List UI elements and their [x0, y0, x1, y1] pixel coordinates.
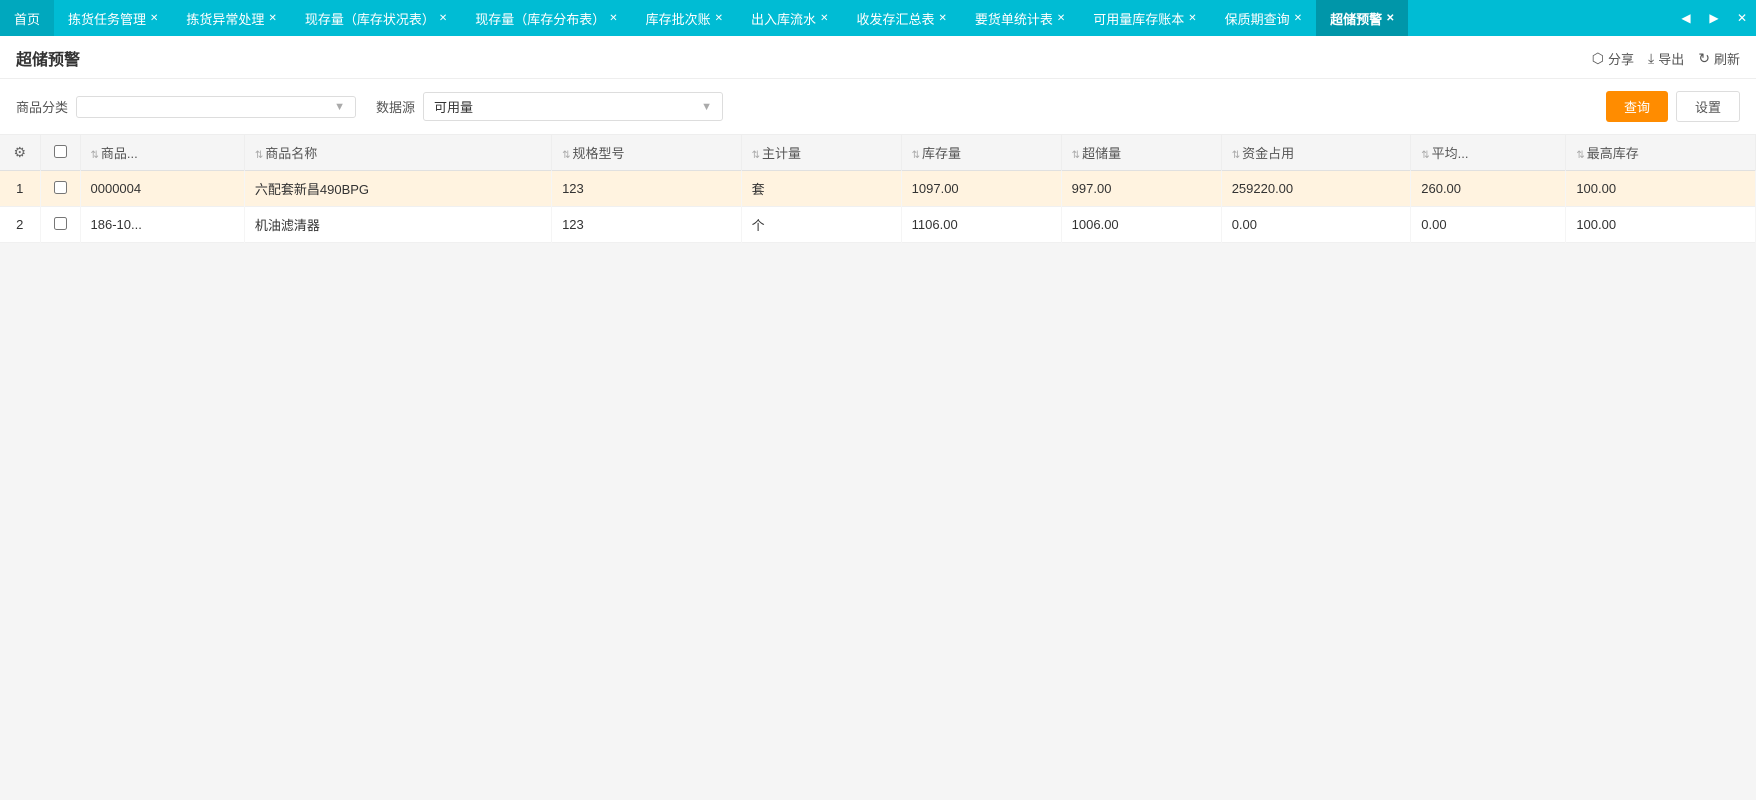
max-stock-cell: 100.00 [1566, 171, 1756, 207]
col-header-stock[interactable]: ⇅库存量 [901, 135, 1061, 171]
sort-icon-2: ⇅ [255, 150, 263, 161]
query-button[interactable]: 查询 [1606, 91, 1668, 122]
refresh-button[interactable]: ↻ 刷新 [1698, 49, 1740, 68]
sort-icon-9: ⇅ [1576, 150, 1584, 161]
nav-close-btn[interactable]: ✕ [1728, 0, 1756, 36]
datasource-filter: 数据源 可用量 ▼ [376, 92, 723, 121]
filter-bar: 商品分类 ▼ 数据源 可用量 ▼ 查询 设置 [0, 79, 1756, 135]
settings-button[interactable]: 设置 [1676, 91, 1740, 122]
col-header-checkbox[interactable] [40, 135, 80, 171]
row-checkbox-1[interactable] [54, 217, 67, 230]
page-header: 超储预警 ⬡ 分享 ⤓ 导出 ↻ 刷新 [0, 36, 1756, 79]
col-header-goods-code[interactable]: ⇅商品... [80, 135, 244, 171]
sort-icon-5: ⇅ [912, 150, 920, 161]
sort-icon-6: ⇅ [1072, 150, 1080, 161]
export-button[interactable]: ⤓ 导出 [1648, 49, 1684, 68]
goods-code-cell: 186-10... [80, 207, 244, 243]
header-actions: ⬡ 分享 ⤓ 导出 ↻ 刷新 [1592, 49, 1740, 68]
nav-pick-task[interactable]: 拣货任务管理 ✕ [54, 0, 172, 36]
table-header-row: ⚙ ⇅商品... ⇅商品名称 ⇅规格型号 ⇅主计量 ⇅库存量 [0, 135, 1756, 171]
data-table: ⚙ ⇅商品... ⇅商品名称 ⇅规格型号 ⇅主计量 ⇅库存量 [0, 135, 1756, 243]
sort-icon-8: ⇅ [1421, 150, 1429, 161]
nav-quality-period[interactable]: 保质期查询 ✕ [1211, 0, 1316, 36]
share-icon: ⬡ [1592, 50, 1604, 67]
nav-overstock-warning[interactable]: 超储预警 ✕ [1316, 0, 1408, 36]
sort-icon-4: ⇅ [752, 150, 760, 161]
unit-cell: 套 [741, 171, 901, 207]
category-label: 商品分类 [16, 97, 68, 116]
goods-name-cell: 机油滤清器 [244, 207, 551, 243]
col-header-max-stock[interactable]: ⇅最高库存 [1566, 135, 1756, 171]
overstock-cell: 1006.00 [1061, 207, 1221, 243]
category-filter: 商品分类 ▼ [16, 96, 356, 118]
goods-code-cell: 0000004 [80, 171, 244, 207]
nav-collect-summary[interactable]: 收发存汇总表 ✕ [842, 0, 960, 36]
nav-available-account[interactable]: 可用量库存账本 ✕ [1079, 0, 1210, 36]
nav-stock-status[interactable]: 现存量（库存状况表） ✕ [291, 0, 461, 36]
export-label: 导出 [1658, 49, 1684, 68]
chevron-down-icon: ▼ [334, 101, 345, 113]
filter-buttons: 查询 设置 [1606, 91, 1740, 122]
row-checkbox-cell[interactable] [40, 207, 80, 243]
col-header-avg[interactable]: ⇅平均... [1411, 135, 1566, 171]
table-body: 1 0000004 六配套新昌490BPG 123 套 1097.00 997.… [0, 171, 1756, 243]
col-header-spec[interactable]: ⇅规格型号 [552, 135, 742, 171]
nav-home[interactable]: 首页 [0, 0, 54, 36]
refresh-icon: ↻ [1698, 50, 1710, 67]
table-row: 2 186-10... 机油滤清器 123 个 1106.00 1006.00 … [0, 207, 1756, 243]
export-icon: ⤓ [1648, 50, 1654, 67]
chevron-down-icon-2: ▼ [701, 101, 712, 113]
goods-name-cell: 六配套新昌490BPG [244, 171, 551, 207]
unit-cell: 个 [741, 207, 901, 243]
col-header-overstock[interactable]: ⇅超储量 [1061, 135, 1221, 171]
share-button[interactable]: ⬡ 分享 [1592, 49, 1634, 68]
datasource-select[interactable]: 可用量 ▼ [423, 92, 723, 121]
nav-order-stats[interactable]: 要货单统计表 ✕ [961, 0, 1079, 36]
share-label: 分享 [1608, 49, 1634, 68]
nav-arrow-left[interactable]: ◀ [1672, 0, 1700, 36]
row-checkbox-cell[interactable] [40, 171, 80, 207]
col-header-unit[interactable]: ⇅主计量 [741, 135, 901, 171]
col-header-settings[interactable]: ⚙ [0, 135, 40, 171]
col-header-capital[interactable]: ⇅资金占用 [1221, 135, 1411, 171]
row-checkbox-0[interactable] [54, 181, 67, 194]
capital-cell: 0.00 [1221, 207, 1411, 243]
nav-stock-dist[interactable]: 现存量（库存分布表） ✕ [461, 0, 631, 36]
nav-pick-exception[interactable]: 拣货异常处理 ✕ [172, 0, 290, 36]
row-index-cell: 1 [0, 171, 40, 207]
capital-cell: 259220.00 [1221, 171, 1411, 207]
overstock-cell: 997.00 [1061, 171, 1221, 207]
avg-cell: 260.00 [1411, 171, 1566, 207]
nav-arrow-right[interactable]: ▶ [1700, 0, 1728, 36]
sort-icon-7: ⇅ [1232, 150, 1240, 161]
stock-cell: 1097.00 [901, 171, 1061, 207]
table-container: ⚙ ⇅商品... ⇅商品名称 ⇅规格型号 ⇅主计量 ⇅库存量 [0, 135, 1756, 243]
refresh-label: 刷新 [1714, 49, 1740, 68]
nav-inout-flow[interactable]: 出入库流水 ✕ [737, 0, 842, 36]
row-index-cell: 2 [0, 207, 40, 243]
select-all-checkbox[interactable] [54, 145, 67, 158]
spec-cell: 123 [552, 207, 742, 243]
stock-cell: 1106.00 [901, 207, 1061, 243]
sort-icon: ⇅ [91, 150, 99, 161]
teal-nav-bar: 首页 拣货任务管理 ✕ 拣货异常处理 ✕ 现存量（库存状况表） ✕ 现存量（库存… [0, 0, 1756, 36]
nav-batch-account[interactable]: 库存批次账 ✕ [632, 0, 737, 36]
spec-cell: 123 [552, 171, 742, 207]
max-stock-cell: 100.00 [1566, 207, 1756, 243]
datasource-select-value: 可用量 [434, 97, 473, 116]
page-title: 超储预警 [16, 46, 80, 70]
sort-icon-3: ⇅ [562, 150, 570, 161]
gear-icon: ⚙ [13, 144, 26, 160]
col-header-goods-name[interactable]: ⇅商品名称 [244, 135, 551, 171]
category-select[interactable]: ▼ [76, 96, 356, 118]
table-row: 1 0000004 六配套新昌490BPG 123 套 1097.00 997.… [0, 171, 1756, 207]
datasource-label: 数据源 [376, 97, 415, 116]
avg-cell: 0.00 [1411, 207, 1566, 243]
